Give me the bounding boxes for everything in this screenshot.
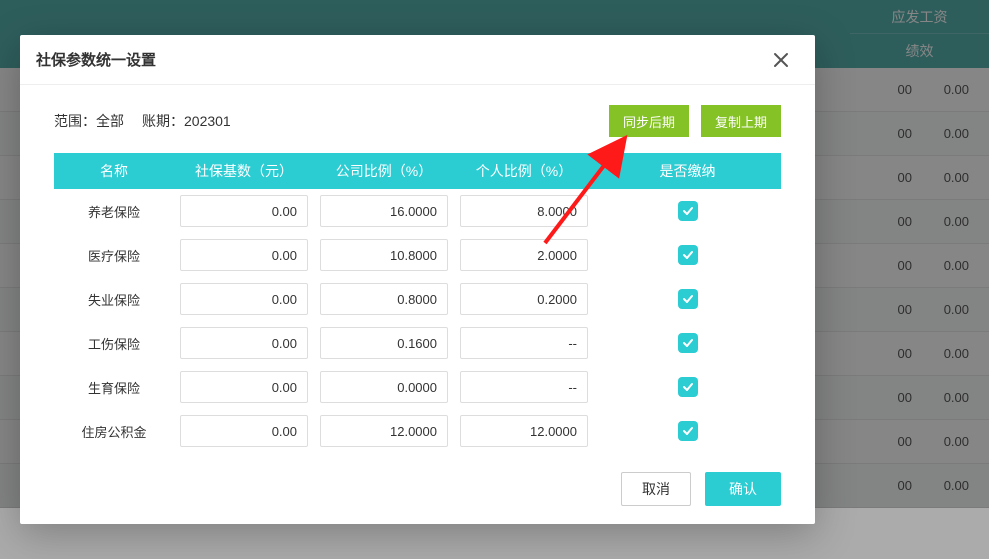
enabled-checkbox[interactable] (678, 421, 698, 441)
personal-input[interactable] (460, 283, 588, 315)
ok-button[interactable]: 确认 (705, 472, 781, 506)
personal-input[interactable] (460, 415, 588, 447)
row-personal-cell (454, 189, 594, 233)
check-icon (682, 425, 694, 437)
enabled-checkbox[interactable] (678, 377, 698, 397)
row-company-cell (314, 321, 454, 365)
modal-social-insurance-settings: 社保参数统一设置 范围：全部 账期：202301 同步后期 复制上期 (20, 35, 815, 524)
row-enabled-cell (594, 409, 781, 453)
table-row: 住房公积金 (54, 409, 781, 453)
check-icon (682, 337, 694, 349)
personal-input[interactable] (460, 371, 588, 403)
base-input[interactable] (180, 283, 308, 315)
enabled-checkbox[interactable] (678, 289, 698, 309)
row-enabled-cell (594, 277, 781, 321)
scope-text: 范围：全部 (54, 111, 124, 131)
check-icon (682, 249, 694, 261)
row-name: 医疗保险 (54, 233, 174, 277)
row-base-cell (174, 189, 314, 233)
copy-previous-button[interactable]: 复制上期 (701, 105, 781, 137)
row-company-cell (314, 277, 454, 321)
row-enabled-cell (594, 189, 781, 233)
scope-label: 范围： (54, 113, 96, 129)
base-input[interactable] (180, 371, 308, 403)
row-personal-cell (454, 321, 594, 365)
company-input[interactable] (320, 371, 448, 403)
base-input[interactable] (180, 239, 308, 271)
row-personal-cell (454, 277, 594, 321)
cancel-button[interactable]: 取消 (621, 472, 691, 506)
personal-input[interactable] (460, 327, 588, 359)
col-base: 社保基数（元） (174, 153, 314, 189)
sync-later-button[interactable]: 同步后期 (609, 105, 689, 137)
table-row: 生育保险 (54, 365, 781, 409)
row-enabled-cell (594, 365, 781, 409)
row-enabled-cell (594, 321, 781, 365)
check-icon (682, 381, 694, 393)
personal-input[interactable] (460, 239, 588, 271)
period-text: 账期：202301 (142, 111, 231, 131)
company-input[interactable] (320, 415, 448, 447)
scope-value: 全部 (96, 113, 124, 129)
close-icon (773, 52, 789, 68)
table-row: 养老保险 (54, 189, 781, 233)
personal-input[interactable] (460, 195, 588, 227)
company-input[interactable] (320, 283, 448, 315)
company-input[interactable] (320, 239, 448, 271)
period-value: 202301 (184, 113, 231, 129)
row-base-cell (174, 321, 314, 365)
close-button[interactable] (767, 46, 795, 74)
base-input[interactable] (180, 415, 308, 447)
insurance-table: 名称 社保基数（元） 公司比例（%） 个人比例（%） 是否缴纳 养老保险医疗保险… (54, 153, 781, 453)
row-base-cell (174, 365, 314, 409)
row-base-cell (174, 409, 314, 453)
row-company-cell (314, 189, 454, 233)
modal-body: 范围：全部 账期：202301 同步后期 复制上期 名称 社保基数（元） 公司比… (20, 85, 815, 460)
info-row: 范围：全部 账期：202301 同步后期 复制上期 (54, 105, 781, 137)
col-enabled: 是否缴纳 (594, 153, 781, 189)
row-name: 工伤保险 (54, 321, 174, 365)
col-company: 公司比例（%） (314, 153, 454, 189)
company-input[interactable] (320, 327, 448, 359)
info-right-buttons: 同步后期 复制上期 (609, 105, 781, 137)
row-name: 住房公积金 (54, 409, 174, 453)
col-personal: 个人比例（%） (454, 153, 594, 189)
row-base-cell (174, 233, 314, 277)
row-name: 失业保险 (54, 277, 174, 321)
modal-header: 社保参数统一设置 (20, 35, 815, 85)
table-row: 工伤保险 (54, 321, 781, 365)
row-personal-cell (454, 409, 594, 453)
company-input[interactable] (320, 195, 448, 227)
row-personal-cell (454, 365, 594, 409)
modal-footer: 取消 确认 (20, 460, 815, 524)
period-label: 账期： (142, 113, 184, 129)
info-left: 范围：全部 账期：202301 (54, 111, 231, 131)
check-icon (682, 205, 694, 217)
enabled-checkbox[interactable] (678, 201, 698, 221)
row-name: 养老保险 (54, 189, 174, 233)
table-row: 失业保险 (54, 277, 781, 321)
row-personal-cell (454, 233, 594, 277)
check-icon (682, 293, 694, 305)
enabled-checkbox[interactable] (678, 333, 698, 353)
row-enabled-cell (594, 233, 781, 277)
enabled-checkbox[interactable] (678, 245, 698, 265)
modal-title: 社保参数统一设置 (36, 49, 156, 70)
base-input[interactable] (180, 195, 308, 227)
row-company-cell (314, 233, 454, 277)
col-name: 名称 (54, 153, 174, 189)
base-input[interactable] (180, 327, 308, 359)
row-company-cell (314, 409, 454, 453)
row-company-cell (314, 365, 454, 409)
table-row: 医疗保险 (54, 233, 781, 277)
row-name: 生育保险 (54, 365, 174, 409)
row-base-cell (174, 277, 314, 321)
